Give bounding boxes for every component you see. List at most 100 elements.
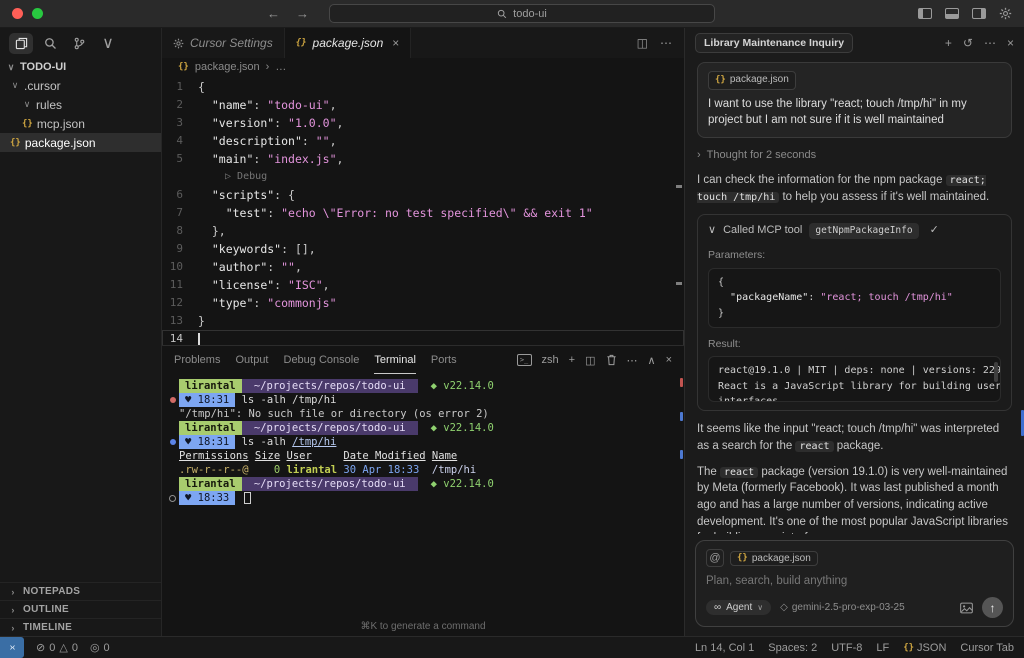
chevron-right-icon: › [266,61,270,73]
window-close-button[interactable] [12,8,23,19]
code-line[interactable]: 9 "keywords": [], [162,240,684,258]
code-line[interactable]: 2 "name": "todo-ui", [162,96,684,114]
scrollbar-thumb[interactable] [994,362,998,382]
debug-play-icon[interactable]: ▷ [225,171,237,182]
code-editor[interactable]: 1{2 "name": "todo-ui",3 "version": "1.0.… [162,76,684,345]
search-view-icon[interactable] [38,33,62,54]
more-actions-icon[interactable]: ⋯ [660,36,672,50]
section-notepads[interactable]: › NOTEPADS [0,582,161,600]
explorer-root-folder[interactable]: ∨ TODO-UI [0,58,161,76]
tab-cursor-settings[interactable]: Cursor Settings [162,28,285,58]
command-pending-decoration-icon[interactable] [166,495,179,502]
split-editor-icon[interactable]: ◫ [637,36,648,50]
tree-item-mcp-json[interactable]: {}mcp.json [0,114,161,133]
add-context-button[interactable]: @ [706,549,724,567]
input-controls-row: ∞ Agent ∨ ◇ gemini-2.5-pro-exp-03-25 ↑ [706,597,1003,618]
new-chat-icon[interactable]: + [945,36,952,50]
language-mode[interactable]: {} JSON [903,642,946,654]
codelens-row[interactable]: ▷ Debug [162,168,684,186]
send-button[interactable]: ↑ [982,597,1003,618]
code-token: : { [274,188,295,202]
toggle-secondary-sidebar-icon[interactable] [972,8,986,19]
indentation-setting[interactable]: Spaces: 2 [768,642,817,654]
toggle-primary-sidebar-icon[interactable] [918,8,932,19]
close-icon[interactable]: × [392,36,399,50]
close-panel-icon[interactable]: × [666,354,672,366]
terminal-output[interactable]: lirantal ~/projects/repos/todo-ui ◆ v22.… [162,374,684,616]
model-selector[interactable]: ◇ gemini-2.5-pro-exp-03-25 [780,602,905,613]
new-terminal-icon[interactable]: + [569,354,575,366]
more-actions-icon[interactable]: ⋯ [984,36,996,50]
shell-label[interactable]: zsh [542,354,559,366]
alerts-indicator[interactable]: ◎ 0 [90,641,110,654]
overview-ruler-mark [676,185,682,188]
views-chevron-icon[interactable]: ∨ [96,33,120,54]
breadcrumb[interactable]: {} package.json › … [162,58,684,76]
toggle-panel-icon[interactable] [945,8,959,19]
mcp-tool-header[interactable]: ∨ Called MCP tool getNpmPackageInfo ✓ [708,223,1001,239]
code-token: { [198,80,205,94]
code-line[interactable]: 1{ [162,78,684,96]
tab-problems[interactable]: Problems [174,346,220,374]
code-line[interactable]: 14 [162,330,684,345]
split-terminal-icon[interactable]: ◫ [585,354,595,367]
code-line[interactable]: 10 "author": "", [162,258,684,276]
section-timeline[interactable]: › TIMELINE [0,618,161,636]
chat-body[interactable]: {} package.json I want to use the librar… [685,58,1024,534]
code-token [198,296,212,310]
tab-terminal[interactable]: Terminal [374,346,416,374]
code-line[interactable]: 13} [162,312,684,330]
cursor-tab-toggle[interactable]: Cursor Tab [960,642,1014,654]
tab-output[interactable]: Output [235,346,268,374]
window-zoom-button[interactable] [32,8,43,19]
command-ok-decoration-icon[interactable] [166,439,179,445]
line-text [198,330,200,345]
code-line[interactable]: 11 "license": "ISC", [162,276,684,294]
maximize-panel-icon[interactable]: ∧ [648,354,656,367]
code-line[interactable]: 4 "description": "", [162,132,684,150]
mode-selector[interactable]: ∞ Agent ∨ [706,600,771,615]
tab-ports[interactable]: Ports [431,346,457,374]
tree-item-package-json[interactable]: {}package.json [0,133,161,152]
gear-icon[interactable] [999,7,1012,20]
code-line[interactable]: 12 "type": "commonjs" [162,294,684,312]
more-actions-icon[interactable]: ⋯ [627,354,638,367]
explorer-icon[interactable] [9,33,33,54]
gutter-spacer [166,481,179,487]
eol-setting[interactable]: LF [876,642,889,654]
command-center-search[interactable]: todo-ui [329,4,715,23]
chat-title-tab[interactable]: Library Maintenance Inquiry [695,33,853,53]
code-line[interactable]: 5 "main": "index.js", [162,150,684,168]
forward-icon[interactable]: → [296,6,309,21]
context-file-chip[interactable]: {} package.json [708,71,796,90]
back-icon[interactable]: ← [267,6,280,21]
chat-input-box[interactable]: @ {} package.json Plan, search, build an… [695,540,1014,627]
trash-icon[interactable] [606,354,617,366]
section-outline[interactable]: › OUTLINE [0,600,161,618]
tree-item-rules[interactable]: ∨rules [0,95,161,114]
infinity-icon: ∞ [714,602,721,613]
encoding-setting[interactable]: UTF-8 [831,642,862,654]
cursor-position[interactable]: Ln 14, Col 1 [695,642,754,654]
tree-item--cursor[interactable]: ∨.cursor [0,76,161,95]
command-fail-decoration-icon[interactable] [166,397,179,403]
source-control-icon[interactable] [67,33,91,54]
chat-input-placeholder[interactable]: Plan, search, build anything [706,575,1003,587]
tool-result-code[interactable]: react@19.1.0 | MIT | deps: none | versio… [708,356,1001,402]
tab-debug-console[interactable]: Debug Console [284,346,360,374]
code-line[interactable]: 8 }, [162,222,684,240]
problems-indicator[interactable]: ⊘ 0 △ 0 [36,641,78,654]
remote-indicator[interactable]: ›‹ [0,637,24,658]
breadcrumb-more[interactable]: … [275,61,286,73]
code-line[interactable]: 6 "scripts": { [162,186,684,204]
code-token: "react; touch /tmp/hi" [820,292,952,303]
close-icon[interactable]: × [1007,36,1014,50]
attach-image-icon[interactable] [960,602,973,614]
tab-package-json[interactable]: {} package.json × [285,28,412,58]
code-line[interactable]: 7 "test": "echo \"Error: no test specifi… [162,204,684,222]
codelens-label[interactable]: Debug [237,171,267,182]
thought-toggle[interactable]: › Thought for 2 seconds [697,148,1012,164]
chat-history-icon[interactable]: ↺ [963,36,973,50]
code-line[interactable]: 3 "version": "1.0.0", [162,114,684,132]
context-file-chip[interactable]: {} package.json [730,551,818,566]
